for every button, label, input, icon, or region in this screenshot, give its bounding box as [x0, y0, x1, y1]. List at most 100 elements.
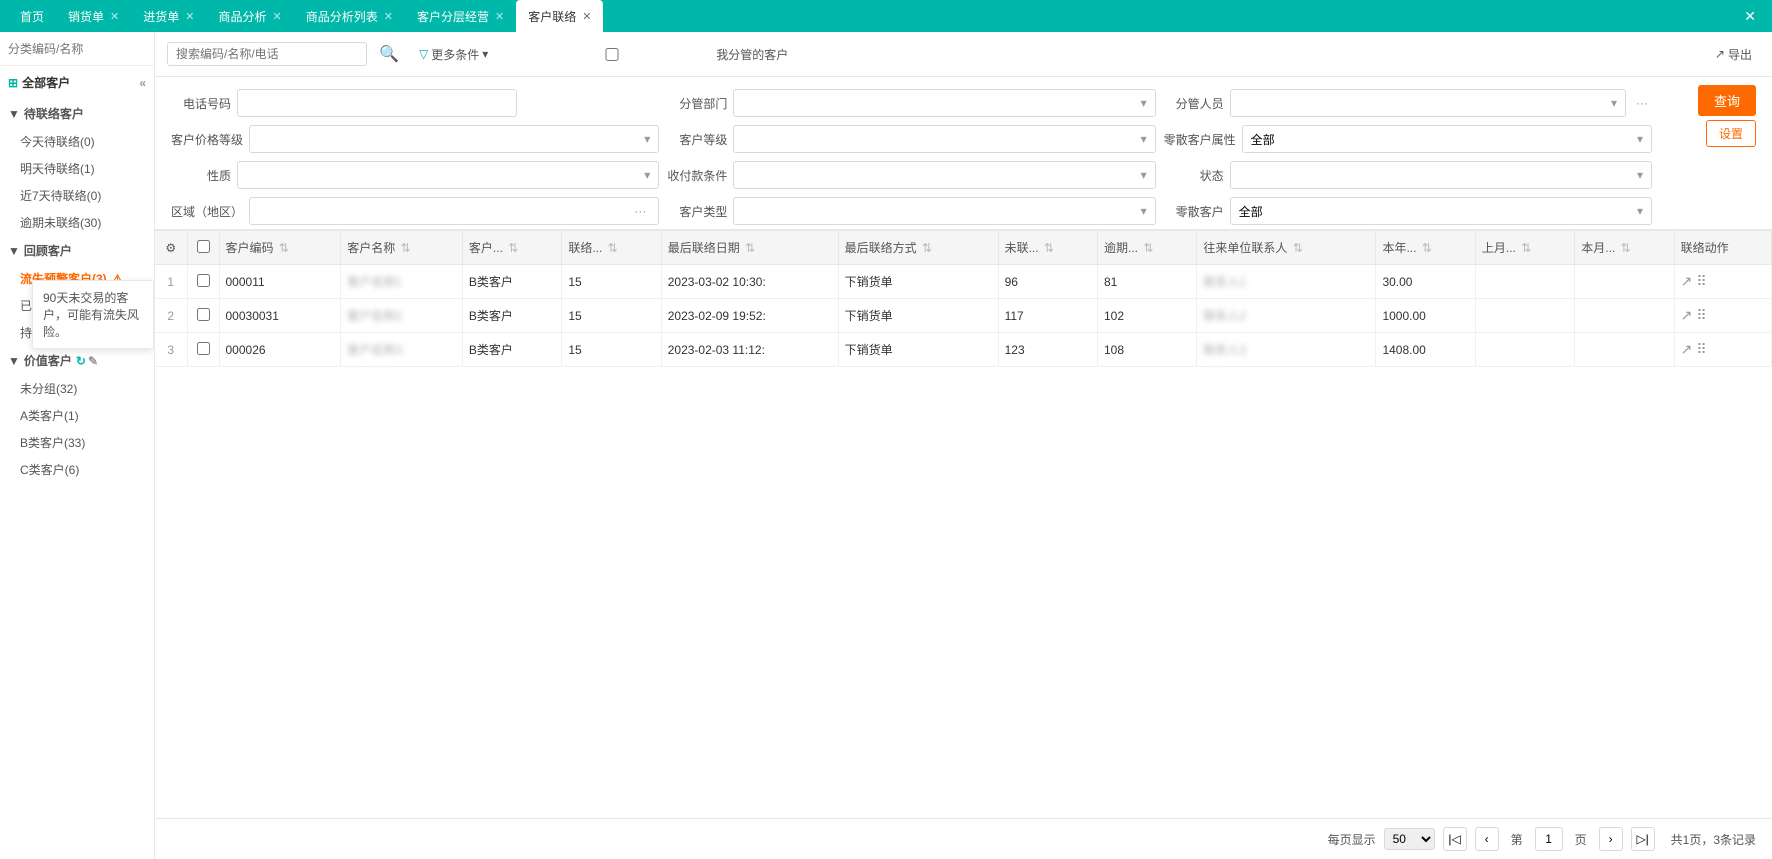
- select-all-checkbox[interactable]: [197, 240, 210, 253]
- price-level-select[interactable]: ▾: [249, 125, 659, 153]
- filter-field-manager: 分管人员 ▾ ···: [1164, 89, 1652, 117]
- close-icon[interactable]: ✕: [384, 10, 393, 23]
- tab-home[interactable]: 首页: [8, 0, 56, 32]
- prev-page-button[interactable]: ‹: [1475, 827, 1499, 851]
- per-page-select[interactable]: 50 100 200: [1384, 828, 1435, 850]
- row-checkbox[interactable]: [197, 342, 210, 355]
- gender-select[interactable]: ▾: [237, 161, 659, 189]
- filter-more-button[interactable]: ▽ 更多条件 ▾: [411, 42, 496, 67]
- tab-purchase[interactable]: 进货单 ✕: [131, 0, 206, 32]
- close-icon[interactable]: ✕: [495, 10, 504, 23]
- sidebar-item-ungroup[interactable]: 未分组(32): [0, 375, 154, 402]
- more-action-icon[interactable]: ⠿: [1696, 341, 1706, 358]
- more-options-button[interactable]: ···: [1632, 96, 1652, 110]
- sort-icon[interactable]: ⇅: [1044, 241, 1054, 255]
- sort-icon[interactable]: ⇅: [1293, 241, 1303, 255]
- sort-icon[interactable]: ⇅: [1521, 241, 1531, 255]
- customer-level-select[interactable]: ▾: [733, 125, 1155, 153]
- my-customers-checkbox-area[interactable]: 我分管的客户: [504, 42, 796, 67]
- link-action-icon[interactable]: ↗: [1681, 307, 1693, 324]
- customer-code: 000011: [219, 265, 341, 299]
- sidebar-section-pending[interactable]: ▼ 待联络客户: [0, 99, 154, 128]
- contact-count: 15: [562, 299, 661, 333]
- sidebar-item-class-a[interactable]: A类客户(1): [0, 402, 154, 429]
- export-button[interactable]: ↗ 导出: [1707, 42, 1760, 67]
- tab-sales[interactable]: 销货单 ✕: [56, 0, 131, 32]
- sidebar-item-overdue[interactable]: 逾期未联络(30): [0, 209, 154, 236]
- region-select[interactable]: ···: [249, 197, 659, 225]
- link-action-icon[interactable]: ↗: [1681, 273, 1693, 290]
- tab-customer-segment[interactable]: 客户分层经营 ✕: [405, 0, 516, 32]
- dots-icon[interactable]: ···: [630, 204, 650, 218]
- price-level-label: 客户价格等级: [171, 131, 243, 148]
- tab-analysis[interactable]: 商品分析 ✕: [206, 0, 293, 32]
- zero-customer-select[interactable]: 全部 ▾: [1230, 197, 1652, 225]
- more-action-icon[interactable]: ⠿: [1696, 273, 1706, 290]
- edit-icon[interactable]: ✎: [88, 354, 98, 368]
- phone-input[interactable]: [237, 89, 517, 117]
- next-page-button[interactable]: ›: [1599, 827, 1623, 851]
- first-page-button[interactable]: |◁: [1443, 827, 1467, 851]
- filter-icon: ▽: [419, 47, 428, 61]
- this-year-amount: 30.00: [1376, 265, 1475, 299]
- customer-type-label: 客户类型: [667, 203, 727, 220]
- tab-customer-link[interactable]: 客户联络 ✕: [516, 0, 603, 32]
- search-input[interactable]: [167, 42, 367, 66]
- payment-select[interactable]: ▾: [733, 161, 1155, 189]
- row-checkbox[interactable]: [197, 274, 210, 287]
- col-settings[interactable]: ⚙: [155, 231, 187, 265]
- department-select[interactable]: ▾: [733, 89, 1155, 117]
- filter-panel: 电话号码 分管部门 ▾ 分管人员 ▾ ···: [155, 77, 1772, 231]
- sort-icon[interactable]: ⇅: [1143, 241, 1153, 255]
- row-checkbox-cell: [187, 299, 219, 333]
- row-checkbox[interactable]: [197, 308, 210, 321]
- settings-button[interactable]: 设置: [1706, 120, 1756, 147]
- sidebar-search-input[interactable]: [8, 42, 155, 56]
- last-contact-method: 下销货单: [838, 333, 998, 367]
- more-action-icon[interactable]: ⠿: [1696, 307, 1706, 324]
- sort-icon[interactable]: ⇅: [279, 241, 289, 255]
- zero-attr-select[interactable]: 全部 ▾: [1242, 125, 1652, 153]
- manager-select[interactable]: ▾: [1230, 89, 1626, 117]
- sidebar-item-today[interactable]: 今天待联络(0): [0, 128, 154, 155]
- sort-icon[interactable]: ⇅: [745, 241, 755, 255]
- collapse-icon[interactable]: «: [139, 76, 146, 90]
- chevron-down-icon: ▾: [1141, 96, 1147, 110]
- sort-icon[interactable]: ⇅: [1621, 241, 1631, 255]
- my-customers-checkbox[interactable]: [512, 48, 712, 61]
- this-year-amount: 1408.00: [1376, 333, 1475, 367]
- close-icon[interactable]: ✕: [273, 10, 282, 23]
- filter-row-2: 客户价格等级 ▾ 客户等级 ▾ 零散客户属性 全部: [155, 121, 1772, 157]
- page-number-input[interactable]: [1535, 827, 1563, 851]
- no-contact-days: 96: [998, 265, 1097, 299]
- sidebar-item-class-b[interactable]: B类客户(33): [0, 429, 154, 456]
- search-button[interactable]: 🔍: [375, 40, 403, 68]
- customer-code: 00030031: [219, 299, 341, 333]
- sidebar-item-class-c[interactable]: C类客户(6): [0, 456, 154, 483]
- sidebar-section-churn[interactable]: ▼ 回顾客户: [0, 236, 154, 265]
- chevron-down-icon: ▾: [1141, 168, 1147, 182]
- close-icon[interactable]: ✕: [185, 10, 194, 23]
- close-icon[interactable]: ✕: [582, 10, 591, 23]
- row-checkbox-cell: [187, 333, 219, 367]
- sort-icon[interactable]: ⇅: [1422, 241, 1432, 255]
- refresh-icon[interactable]: ↻: [76, 354, 86, 368]
- tab-analysis-list[interactable]: 商品分析列表 ✕: [294, 0, 405, 32]
- sort-icon[interactable]: ⇅: [608, 241, 618, 255]
- status-select[interactable]: ▾: [1230, 161, 1652, 189]
- last-page-button[interactable]: ▷|: [1631, 827, 1655, 851]
- sort-icon[interactable]: ⇅: [508, 241, 518, 255]
- sidebar-section-value[interactable]: ▼ 价值客户 ↻ ✎: [0, 346, 154, 375]
- sort-icon[interactable]: ⇅: [401, 241, 411, 255]
- query-button[interactable]: 查询: [1698, 85, 1756, 116]
- sidebar-all-customers[interactable]: ⊞ 全部客户 «: [0, 66, 154, 99]
- customer-type-select[interactable]: ▾: [733, 197, 1155, 225]
- close-icon[interactable]: ✕: [110, 10, 119, 23]
- sort-icon[interactable]: ⇅: [922, 241, 932, 255]
- link-action-icon[interactable]: ↗: [1681, 341, 1693, 358]
- sidebar-item-tomorrow[interactable]: 明天待联络(1): [0, 155, 154, 182]
- unit-contact-person: 联系人3: [1197, 333, 1376, 367]
- close-all-button[interactable]: ✕: [1736, 8, 1764, 25]
- sidebar-item-week[interactable]: 近7天待联络(0): [0, 182, 154, 209]
- settings-icon[interactable]: ⚙: [165, 241, 176, 255]
